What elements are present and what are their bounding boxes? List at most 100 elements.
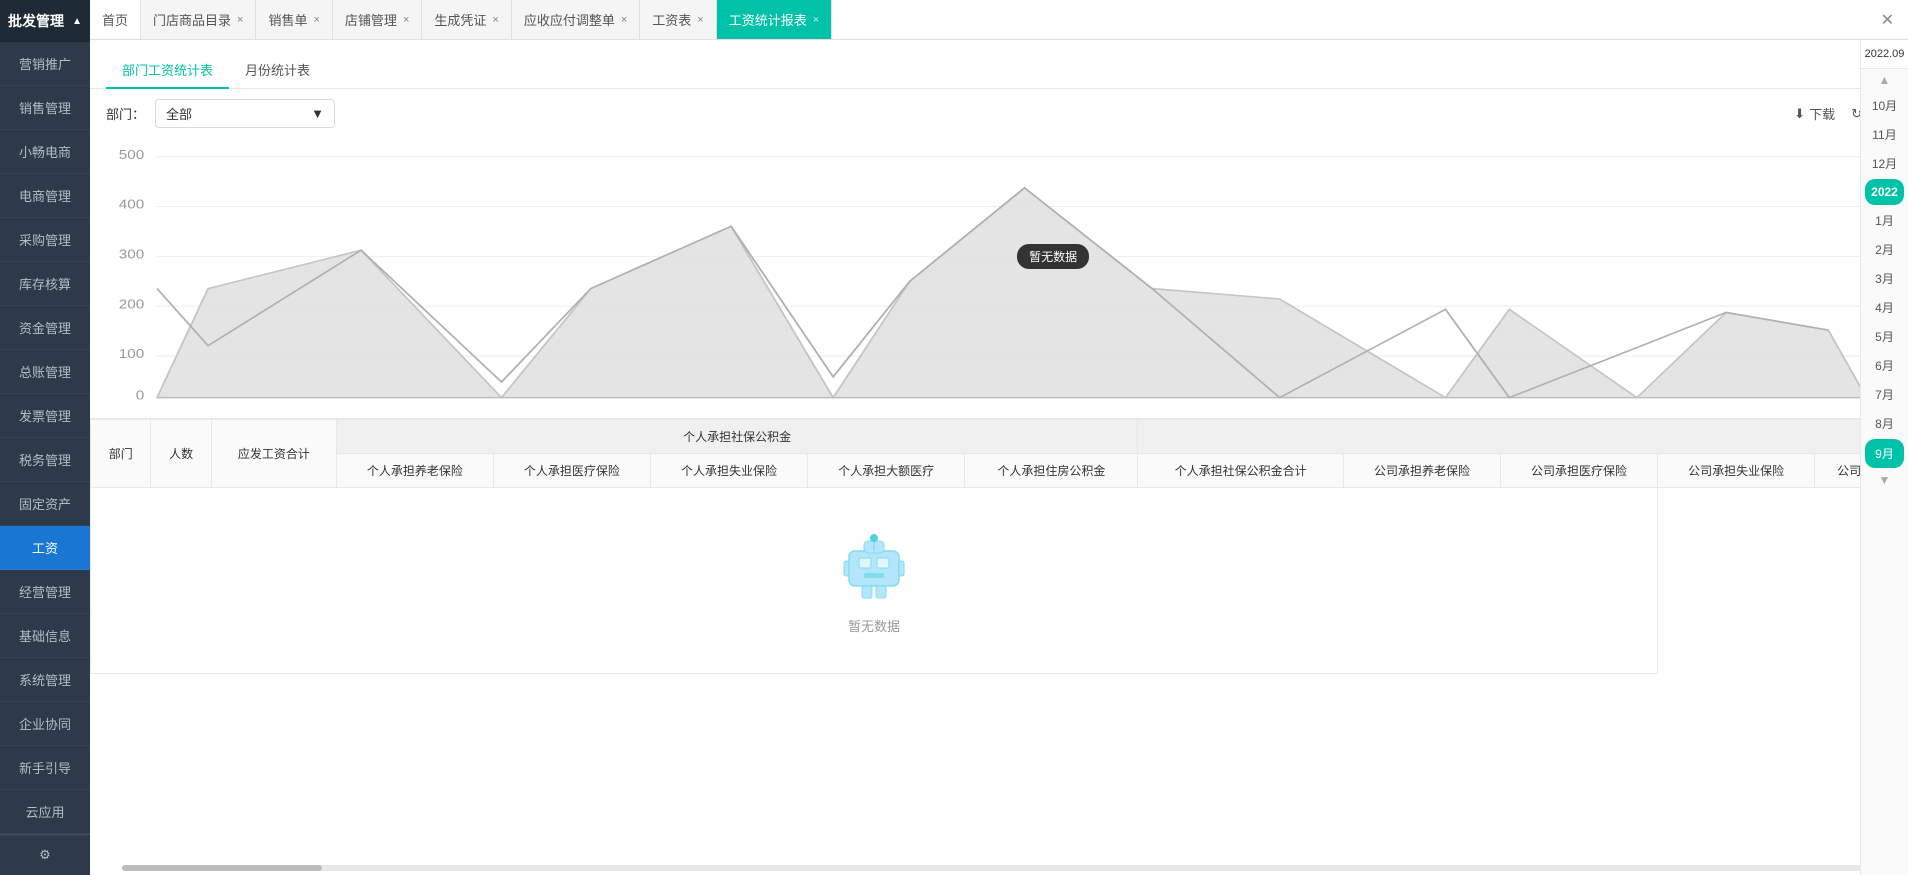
tab-工资统计报表[interactable]: 工资统计报表× xyxy=(717,0,832,39)
sidebar-item-系统管理[interactable]: 系统管理 xyxy=(0,658,90,702)
window-close-button[interactable]: ✕ xyxy=(1877,10,1898,30)
tab-门店商品目录[interactable]: 门店商品目录× xyxy=(141,0,256,39)
date-item-12月[interactable]: 12月 xyxy=(1861,149,1908,178)
date-item-11月[interactable]: 11月 xyxy=(1861,120,1908,149)
svg-text:300: 300 xyxy=(119,247,145,261)
date-item-5月[interactable]: 5月 xyxy=(1861,322,1908,351)
col-company-pension: 公司承担养老保险 xyxy=(1343,454,1500,488)
toolbar: 部门： 全部 ▼ ⬇ 下载 ↻ 刷新 xyxy=(90,89,1908,138)
sidebar-item-企业协同[interactable]: 企业协同 xyxy=(0,702,90,746)
tab-actions: ✕ xyxy=(1867,10,1908,30)
tab-close-icon[interactable]: × xyxy=(492,14,498,26)
date-panel-header: 2022.09 xyxy=(1861,40,1908,69)
settings-icon: ⚙ xyxy=(39,847,51,862)
tab-生成凭证[interactable]: 生成凭证× xyxy=(422,0,511,39)
tab-close-icon[interactable]: × xyxy=(621,14,627,26)
sidebar-settings[interactable]: ⚙ xyxy=(0,834,90,875)
col-company-medical: 公司承担医疗保险 xyxy=(1501,454,1658,488)
sidebar-item-发票管理[interactable]: 发票管理 xyxy=(0,394,90,438)
col-count: 人数 xyxy=(151,420,211,488)
date-item-3月[interactable]: 3月 xyxy=(1861,264,1908,293)
sidebar-item-新手引导[interactable]: 新手引导 xyxy=(0,746,90,790)
dropdown-icon: ▼ xyxy=(311,106,324,121)
sub-tab-bar: 部门工资统计表 月份统计表 xyxy=(90,40,1908,89)
table-container[interactable]: 部门 人数 应发工资合计 个人承担社保公积金 个人承担养老保险 个人承担医疗保险… xyxy=(90,418,1908,861)
col-personal-major-medical: 个人承担大额医疗 xyxy=(808,454,965,488)
date-item-10月[interactable]: 10月 xyxy=(1861,91,1908,120)
svg-text:0: 0 xyxy=(136,388,145,402)
scrollbar-track[interactable] xyxy=(122,865,1876,871)
main-area: 首页门店商品目录×销售单×店铺管理×生成凭证×应收应付调整单×工资表×工资统计报… xyxy=(90,0,1908,875)
dept-select[interactable]: 全部 ▼ xyxy=(155,99,335,128)
chart-svg: 500 400 300 200 100 0 xyxy=(106,138,1892,408)
col-group-personal: 个人承担社保公积金 xyxy=(336,420,1138,454)
svg-text:200: 200 xyxy=(119,297,145,311)
empty-state: 暂无数据 xyxy=(101,496,1647,665)
tab-店铺管理[interactable]: 店铺管理× xyxy=(333,0,422,39)
tab-销售单[interactable]: 销售单× xyxy=(256,0,332,39)
col-salary-total: 应发工资合计 xyxy=(211,420,336,488)
date-item-4月[interactable]: 4月 xyxy=(1861,293,1908,322)
col-personal-unemployment: 个人承担失业保险 xyxy=(650,454,807,488)
sidebar-item-电商管理[interactable]: 电商管理 xyxy=(0,174,90,218)
sidebar-item-税务管理[interactable]: 税务管理 xyxy=(0,438,90,482)
sub-tab-month[interactable]: 月份统计表 xyxy=(229,52,326,89)
sidebar-item-营销推广[interactable]: 营销推广 xyxy=(0,42,90,86)
download-icon: ⬇ xyxy=(1794,106,1805,122)
sidebar-collapse-icon[interactable]: ▲ xyxy=(72,16,82,27)
date-item-6月[interactable]: 6月 xyxy=(1861,351,1908,380)
download-button[interactable]: ⬇ 下载 xyxy=(1794,104,1835,123)
svg-text:100: 100 xyxy=(119,347,145,361)
sidebar-item-销售管理[interactable]: 销售管理 xyxy=(0,86,90,130)
tab-close-icon[interactable]: × xyxy=(313,14,319,26)
sidebar-item-采购管理[interactable]: 采购管理 xyxy=(0,218,90,262)
chart-tooltip: 暂无数据 xyxy=(1017,244,1089,269)
tab-close-icon[interactable]: × xyxy=(403,14,409,26)
sidebar-item-小畅电商[interactable]: 小畅电商 xyxy=(0,130,90,174)
empty-text: 暂无数据 xyxy=(848,616,900,635)
scrollbar-thumb[interactable] xyxy=(122,865,322,871)
col-group-company xyxy=(1138,420,1908,454)
sidebar-items-container: 营销推广销售管理小畅电商电商管理采购管理库存核算资金管理总账管理发票管理税务管理… xyxy=(0,42,90,834)
date-nav-up[interactable]: ▲ xyxy=(1879,69,1891,91)
col-personal-housing: 个人承担住房公积金 xyxy=(965,454,1138,488)
col-personal-medical: 个人承担医疗保险 xyxy=(493,454,650,488)
sidebar: 批发管理 ▲ 营销推广销售管理小畅电商电商管理采购管理库存核算资金管理总账管理发… xyxy=(0,0,90,875)
tab-items-container: 首页门店商品目录×销售单×店铺管理×生成凭证×应收应付调整单×工资表×工资统计报… xyxy=(90,0,832,39)
sidebar-item-资金管理[interactable]: 资金管理 xyxy=(0,306,90,350)
col-personal-pension: 个人承担养老保险 xyxy=(336,454,493,488)
date-panel: 2022.09 ▲ 10月11月12月20221月2月3月4月5月6月7月8月9… xyxy=(1860,40,1908,875)
sidebar-header[interactable]: 批发管理 ▲ xyxy=(0,0,90,42)
date-item-2022[interactable]: 2022 xyxy=(1865,179,1904,205)
date-item-9月[interactable]: 9月 xyxy=(1865,439,1904,468)
sidebar-item-总账管理[interactable]: 总账管理 xyxy=(0,350,90,394)
col-company-unemployment: 公司承担失业保险 xyxy=(1658,454,1815,488)
date-item-1月[interactable]: 1月 xyxy=(1861,206,1908,235)
date-item-8月[interactable]: 8月 xyxy=(1861,409,1908,438)
tab-工资表[interactable]: 工资表× xyxy=(640,0,716,39)
sidebar-item-基础信息[interactable]: 基础信息 xyxy=(0,614,90,658)
sidebar-item-经营管理[interactable]: 经营管理 xyxy=(0,570,90,614)
dept-label: 部门： xyxy=(106,104,145,123)
sidebar-item-云应用[interactable]: 云应用 xyxy=(0,790,90,834)
tab-close-icon[interactable]: × xyxy=(237,14,243,26)
tab-首页[interactable]: 首页 xyxy=(90,0,141,39)
tab-bar: 首页门店商品目录×销售单×店铺管理×生成凭证×应收应付调整单×工资表×工资统计报… xyxy=(90,0,1908,40)
date-item-7月[interactable]: 7月 xyxy=(1861,380,1908,409)
chart-area: 500 400 300 200 100 0 暂无数据 xyxy=(90,138,1908,418)
sidebar-item-库存核算[interactable]: 库存核算 xyxy=(0,262,90,306)
sidebar-item-工资[interactable]: 工资 xyxy=(0,526,90,570)
scrollbar-container[interactable] xyxy=(90,861,1908,875)
sub-tab-dept[interactable]: 部门工资统计表 xyxy=(106,52,229,89)
date-nav-down[interactable]: ▼ xyxy=(1879,469,1891,491)
tab-close-icon[interactable]: × xyxy=(697,14,703,26)
tab-close-icon[interactable]: × xyxy=(813,14,819,26)
table-row: 暂无数据 xyxy=(91,488,1908,674)
toolbar-left: 部门： 全部 ▼ xyxy=(106,99,335,128)
sidebar-title: 批发管理 xyxy=(8,11,64,31)
svg-text:400: 400 xyxy=(119,197,145,211)
date-item-2月[interactable]: 2月 xyxy=(1861,235,1908,264)
tab-应收应付调整单[interactable]: 应收应付调整单× xyxy=(512,0,640,39)
sidebar-item-固定资产[interactable]: 固定资产 xyxy=(0,482,90,526)
date-items-container: 10月11月12月20221月2月3月4月5月6月7月8月9月 xyxy=(1861,91,1908,469)
